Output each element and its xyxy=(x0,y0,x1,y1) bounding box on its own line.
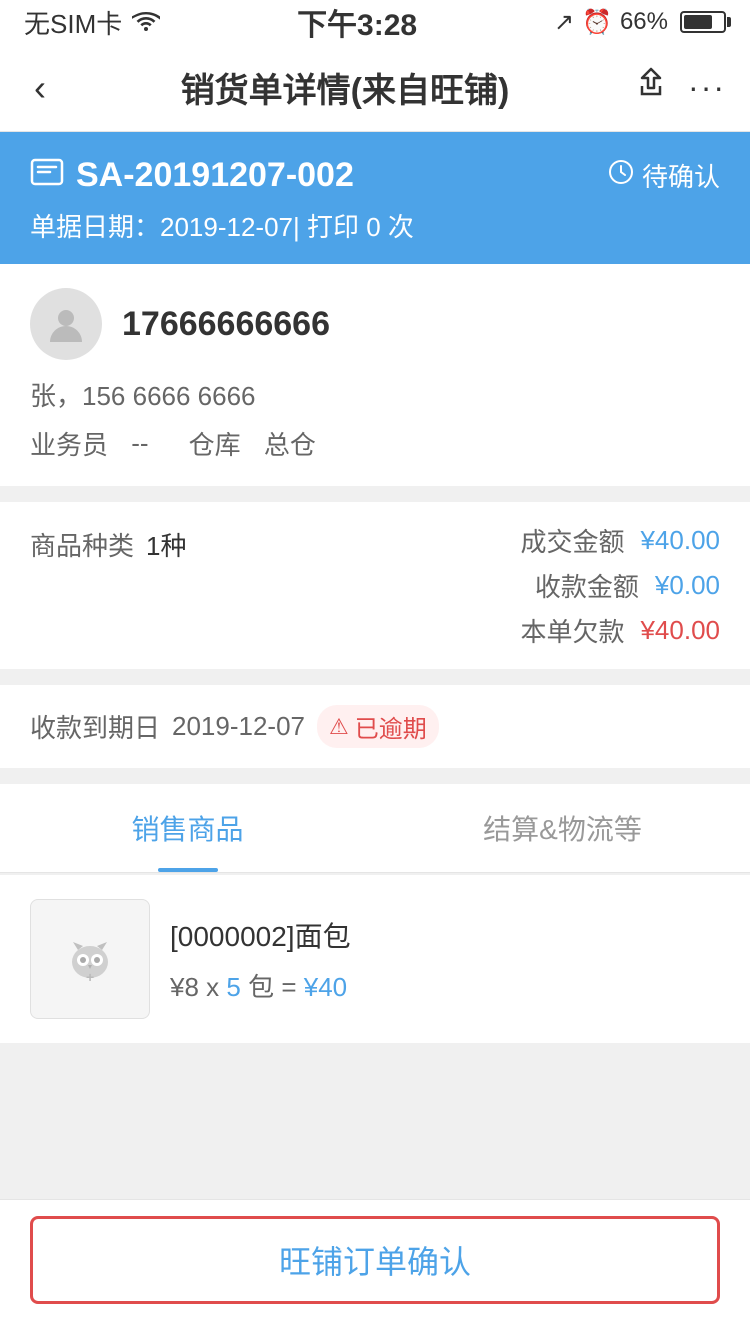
amount-row: 成交金额 ¥40.00 xyxy=(520,522,720,559)
more-icon[interactable]: ··· xyxy=(688,69,726,106)
amounts: 成交金额 ¥40.00 收款金额 ¥0.00 本单欠款 ¥40.00 xyxy=(520,522,720,649)
share-icon[interactable] xyxy=(634,66,668,109)
location-icon: ↗ xyxy=(554,8,574,37)
order-icon xyxy=(30,156,64,195)
order-header: SA-20191207-002 待确认 单据日期：2019-12-07| 打印 … xyxy=(0,132,750,264)
due-date-card: 收款到期日 2019-12-07 ⚠ 已逾期 xyxy=(0,685,750,768)
carrier-label: 无SIM卡 xyxy=(24,4,122,41)
due-date-label: 收款到期日 xyxy=(30,708,160,745)
alarm-icon: ⏰ xyxy=(582,8,612,37)
product-price: ¥8 x 5 包 = ¥40 xyxy=(170,967,720,1004)
order-status: 待确认 xyxy=(608,157,720,194)
wifi-icon xyxy=(132,7,160,38)
battery-icon xyxy=(680,11,726,33)
bottom-bar: 旺铺订单确认 xyxy=(0,1199,750,1334)
status-time: 下午3:28 xyxy=(297,0,417,44)
overdue-icon: ⚠ xyxy=(329,714,349,740)
product-info: [0000002]面包 ¥8 x 5 包 = ¥40 xyxy=(170,915,720,1004)
owed-row: 本单欠款 ¥40.00 xyxy=(520,612,720,649)
tabs-container: 销售商品 结算&物流等 xyxy=(0,784,750,873)
customer-meta: 业务员 -- 仓库 总仓 xyxy=(30,425,720,462)
customer-card: 17666666666 张，156 6666 6666 业务员 -- 仓库 总仓 xyxy=(0,264,750,486)
customer-phone: 17666666666 xyxy=(122,305,330,344)
tab-settlement[interactable]: 结算&物流等 xyxy=(375,784,750,872)
staff-field: 业务员 -- xyxy=(30,425,149,462)
product-image: + xyxy=(30,899,150,1019)
confirm-order-button[interactable]: 旺铺订单确认 xyxy=(30,1216,720,1304)
order-number: SA-20191207-002 xyxy=(30,156,354,195)
tab-products[interactable]: 销售商品 xyxy=(0,784,375,872)
warehouse-field: 仓库 总仓 xyxy=(189,425,316,462)
product-item: + [0000002]面包 ¥8 x 5 包 = ¥40 xyxy=(0,875,750,1044)
received-row: 收款金额 ¥0.00 xyxy=(535,567,720,604)
battery-percent: 66% xyxy=(620,8,668,36)
order-date: 单据日期：2019-12-07| 打印 0 次 xyxy=(30,207,720,244)
nav-actions: ··· xyxy=(634,66,726,109)
product-type: 商品种类 1种 xyxy=(30,522,186,563)
clock-icon xyxy=(608,159,634,192)
overdue-badge: ⚠ 已逾期 xyxy=(317,705,439,748)
customer-name: 张，156 6666 6666 xyxy=(30,376,720,413)
page-title: 销货单详情(来自旺铺) xyxy=(181,63,510,112)
product-list: + [0000002]面包 ¥8 x 5 包 = ¥40 xyxy=(0,875,750,1044)
status-left: 无SIM卡 xyxy=(24,4,160,41)
avatar xyxy=(30,288,102,360)
status-bar: 无SIM卡 下午3:28 ↗ ⏰ 66% xyxy=(0,0,750,44)
status-right: ↗ ⏰ 66% xyxy=(554,8,726,37)
product-name: [0000002]面包 xyxy=(170,915,720,955)
back-button[interactable]: ‹ xyxy=(24,57,56,119)
summary-card: 商品种类 1种 成交金额 ¥40.00 收款金额 ¥0.00 本单欠款 ¥40.… xyxy=(0,502,750,669)
svg-text:+: + xyxy=(86,969,94,984)
due-date-value: 2019-12-07 xyxy=(172,711,305,742)
nav-bar: ‹ 销货单详情(来自旺铺) ··· xyxy=(0,44,750,132)
